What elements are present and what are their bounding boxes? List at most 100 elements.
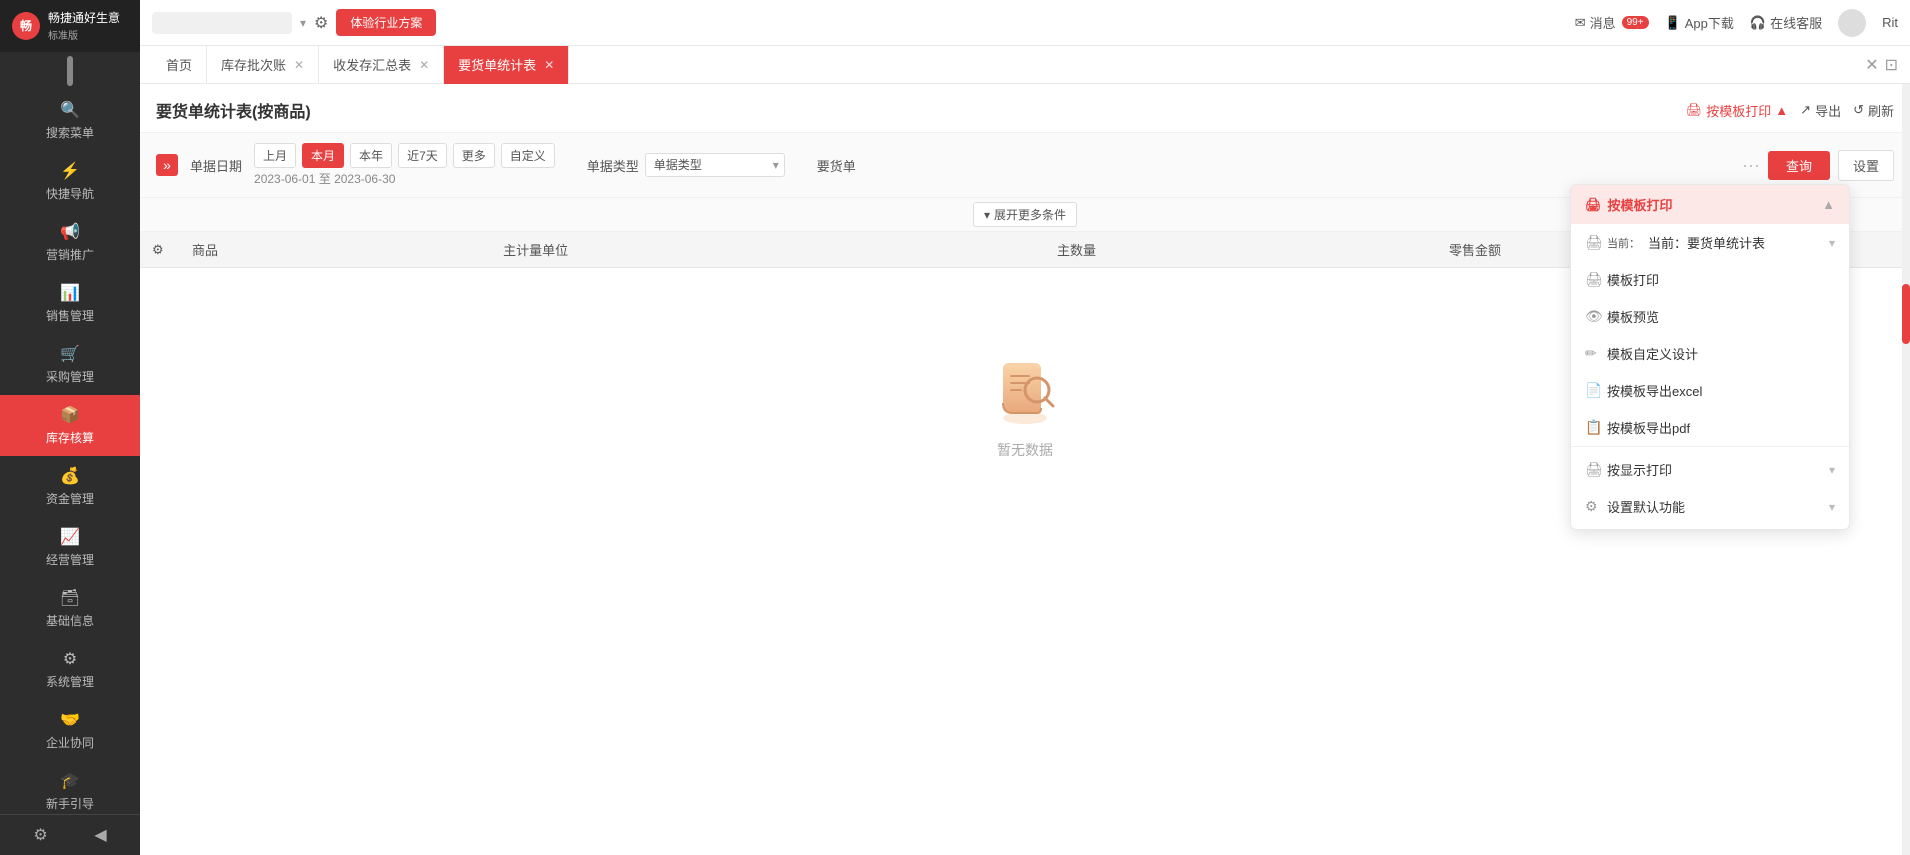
expand-more-label: 展开更多条件 xyxy=(994,206,1066,223)
online-service-item[interactable]: 🎧 在线客服 xyxy=(1750,13,1822,32)
date-prev-month[interactable]: 上月 xyxy=(254,143,296,168)
expand-more-btn[interactable]: ▾ 展开更多条件 xyxy=(973,202,1077,227)
sidebar-item-purchase[interactable]: 🛒 采购管理 xyxy=(0,334,140,395)
tab-inventory-batch[interactable]: 库存批次账 ✕ xyxy=(207,46,319,84)
template-print-dropdown: 🖨 按模板打印 ▲ 🖨 当前： 当前：要货单统计表 ▾ 🖨 模板打印 👁 模板预… xyxy=(1570,184,1850,530)
tab-label: 库存批次账 xyxy=(221,55,286,74)
excel-export-label: 按模板导出excel xyxy=(1607,381,1702,400)
more-options-icon[interactable]: ··· xyxy=(1742,155,1760,176)
window-expand-icon[interactable]: ⊡ xyxy=(1885,55,1898,75)
online-service-label: 在线客服 xyxy=(1770,13,1822,32)
sidebar-item-inventory[interactable]: 📦 库存核算 xyxy=(0,395,140,456)
tab-stock-summary[interactable]: 收发存汇总表 ✕ xyxy=(319,46,444,84)
refresh-button[interactable]: ↺ 刷新 xyxy=(1853,101,1894,120)
sidebar-item-corp[interactable]: 🤝 企业协同 xyxy=(0,700,140,761)
order-filter-group: 要货单 xyxy=(817,156,856,175)
message-item[interactable]: ✉ 消息 99+ xyxy=(1575,13,1649,32)
sidebar-item-marketing[interactable]: 📢 营销推广 xyxy=(0,212,140,273)
sidebar-item-label: 采购管理 xyxy=(46,368,94,385)
tab-order-stats[interactable]: 要货单统计表 ✕ xyxy=(444,46,569,84)
inventory-icon: 📦 xyxy=(60,405,80,425)
tab-close-icon[interactable]: ✕ xyxy=(419,58,429,72)
industry-btn[interactable]: 体验行业方案 xyxy=(336,9,436,36)
template-print-button[interactable]: 🖨 按模板打印 ▲ xyxy=(1686,101,1788,120)
sidebar-item-system[interactable]: ⚙ 系统管理 xyxy=(0,639,140,700)
operation-icon: 📈 xyxy=(60,527,80,547)
sidebar-item-operation[interactable]: 📈 经营管理 xyxy=(0,517,140,578)
excel-export-icon: 📄 xyxy=(1585,382,1602,399)
current-template-label: 当前：要货单统计表 xyxy=(1648,233,1765,252)
tab-close-icon[interactable]: ✕ xyxy=(544,58,554,72)
settings-bottom-icon[interactable]: ⚙ xyxy=(33,825,47,845)
date-7days[interactable]: 近7天 xyxy=(398,143,447,168)
sidebar-item-label: 搜索菜单 xyxy=(46,124,94,141)
sidebar-item-search[interactable]: 🔍 搜索菜单 xyxy=(0,90,140,151)
tab-home[interactable]: 首页 xyxy=(152,46,207,84)
export-label: 导出 xyxy=(1815,101,1841,120)
table-settings-icon[interactable]: ⚙ xyxy=(152,242,164,257)
query-button[interactable]: 查询 xyxy=(1768,151,1830,180)
template-print-item[interactable]: 🖨 模板打印 xyxy=(1571,261,1849,298)
user-avatar-item[interactable] xyxy=(1838,9,1866,37)
sidebar-item-finance[interactable]: 💰 资金管理 xyxy=(0,456,140,517)
default-setting-item[interactable]: ⚙ 设置默认功能 ▾ xyxy=(1571,488,1849,525)
dropdown-header-left: 🖨 按模板打印 xyxy=(1585,195,1673,214)
content-area: 要货单统计表(按商品) 🖨 按模板打印 ▲ ↗ 导出 ↺ 刷新 xyxy=(140,84,1910,855)
scrollbar-thumb[interactable] xyxy=(1902,284,1910,344)
date-filter-label: 单据日期 xyxy=(190,156,242,175)
sidebar-item-newguide[interactable]: 🎓 新手引导 xyxy=(0,761,140,814)
topbar-right: ✉ 消息 99+ 📱 App下载 🎧 在线客服 Rit xyxy=(1575,9,1898,37)
page-actions: 🖨 按模板打印 ▲ ↗ 导出 ↺ 刷新 xyxy=(1686,101,1894,120)
right-scrollbar[interactable] xyxy=(1902,84,1910,855)
window-close-icon[interactable]: ✕ xyxy=(1865,55,1878,75)
topbar: ▾ ⚙ 体验行业方案 ✉ 消息 99+ 📱 App下载 🎧 在线客服 Rit xyxy=(140,0,1910,46)
date-filter-wrap: 上月 本月 本年 近7天 更多 自定义 2023-06-01 至 2023-06… xyxy=(254,143,555,187)
service-icon: 🎧 xyxy=(1750,15,1766,31)
date-cur-year[interactable]: 本年 xyxy=(350,143,392,168)
settings-button[interactable]: 设置 xyxy=(1838,150,1894,181)
sidebar-item-quicknav[interactable]: ⚡ 快捷导航 xyxy=(0,151,140,212)
col-product: 商品 xyxy=(180,232,491,268)
marketing-icon: 📢 xyxy=(60,222,80,242)
tabbar-actions: ✕ ⊡ xyxy=(1865,55,1898,75)
current-template-item[interactable]: 🖨 当前： 当前：要货单统计表 ▾ xyxy=(1571,224,1849,261)
display-print-item[interactable]: 🖨 按显示打印 ▾ xyxy=(1571,451,1849,488)
template-design-item[interactable]: ✏ 模板自定义设计 xyxy=(1571,335,1849,372)
search-input[interactable] xyxy=(152,12,292,34)
sidebar-item-label: 快捷导航 xyxy=(46,185,94,202)
template-preview-item[interactable]: 👁 模板预览 xyxy=(1571,298,1849,335)
export-icon: ↗ xyxy=(1800,102,1811,118)
export-button[interactable]: ↗ 导出 xyxy=(1800,101,1841,120)
system-icon: ⚙ xyxy=(63,649,77,669)
filter-expand-btn[interactable]: » xyxy=(156,154,178,176)
template-design-label: 模板自定义设计 xyxy=(1607,344,1698,363)
type-filter-group: 单据类型 单据类型 要货单 xyxy=(587,153,785,177)
sidebar-item-basicinfo[interactable]: 🗃 基础信息 xyxy=(0,578,140,639)
finance-icon: 💰 xyxy=(60,466,80,486)
search-icon: 🔍 xyxy=(60,100,80,120)
current-arrow-icon: ▾ xyxy=(1829,236,1835,250)
tab-close-icon[interactable]: ✕ xyxy=(294,58,304,72)
dropdown-close-icon[interactable]: ▲ xyxy=(1822,197,1835,212)
sidebar-item-sales[interactable]: 📊 销售管理 xyxy=(0,273,140,334)
expand-icon: » xyxy=(163,157,171,173)
date-custom[interactable]: 自定义 xyxy=(501,143,555,168)
empty-icon xyxy=(985,348,1065,428)
date-cur-month[interactable]: 本月 xyxy=(302,143,344,168)
empty-text: 暂无数据 xyxy=(997,440,1053,460)
print-icon: 🖨 xyxy=(1686,102,1703,118)
current-badge: 当前： xyxy=(1607,235,1640,251)
default-setting-icon: ⚙ xyxy=(1585,498,1598,515)
template-export-pdf-item[interactable]: 📋 按模板导出pdf xyxy=(1571,409,1849,446)
type-select-wrapper: 单据类型 要货单 xyxy=(645,153,785,177)
date-buttons: 上月 本月 本年 近7天 更多 自定义 xyxy=(254,143,555,168)
dropdown-arrow-icon[interactable]: ▾ xyxy=(300,16,306,30)
template-export-excel-item[interactable]: 📄 按模板导出excel xyxy=(1571,372,1849,409)
type-select[interactable]: 单据类型 要货单 xyxy=(645,153,785,177)
settings-icon[interactable]: ⚙ xyxy=(314,13,328,33)
collapse-icon[interactable]: ◀ xyxy=(94,825,106,845)
refresh-icon: ↺ xyxy=(1853,102,1864,118)
app-download-item[interactable]: 📱 App下载 xyxy=(1665,13,1734,32)
date-more[interactable]: 更多 xyxy=(453,143,495,168)
display-print-icon: 🖨 xyxy=(1585,461,1603,478)
